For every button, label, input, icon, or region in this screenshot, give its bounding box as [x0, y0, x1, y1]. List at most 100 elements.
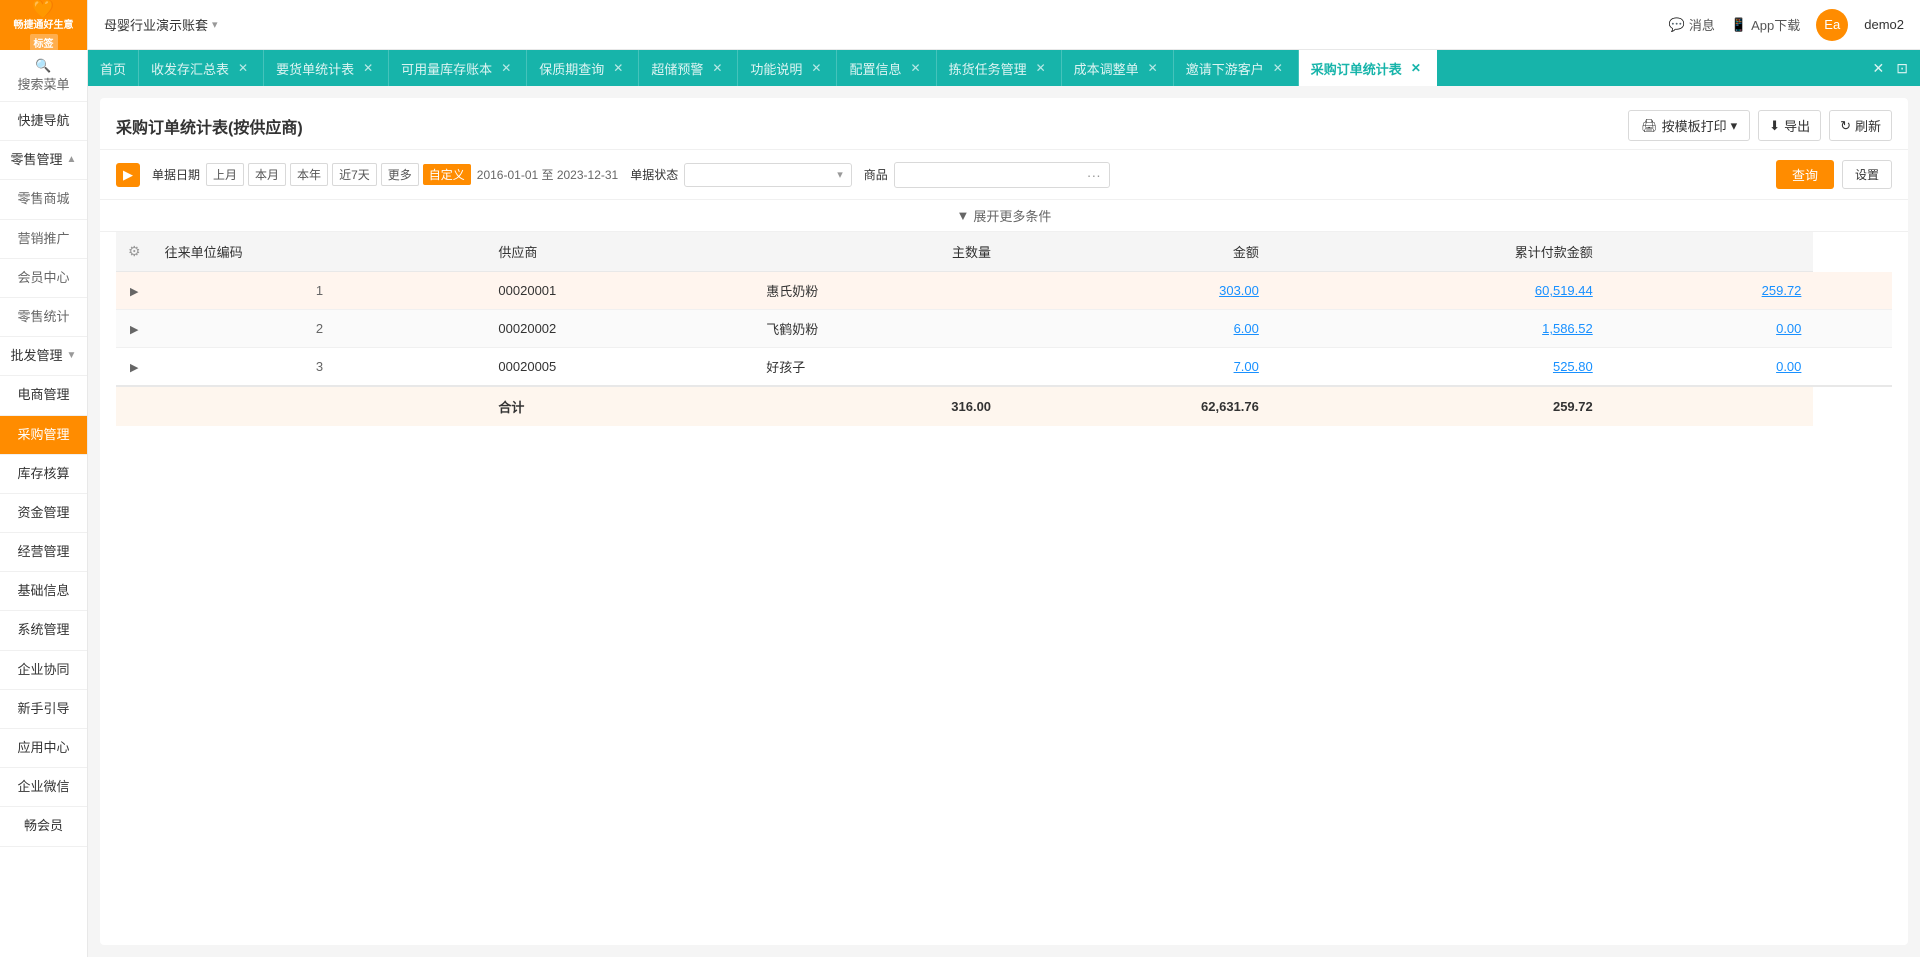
tab-receive-send-label: 收发存汇总表	[151, 59, 229, 78]
row-qty[interactable]: 7.00	[1003, 348, 1271, 387]
tab-config-info[interactable]: 配置信息 ✕	[837, 50, 936, 86]
tab-expiry-query-label: 保质期查询	[539, 59, 604, 78]
user-name[interactable]: demo2	[1864, 17, 1904, 32]
tab-config-info-label: 配置信息	[849, 59, 901, 78]
tab-cost-adjust-close[interactable]: ✕	[1145, 60, 1161, 76]
tab-receive-send[interactable]: 收发存汇总表 ✕	[139, 50, 264, 86]
row-qty[interactable]: 6.00	[1003, 310, 1271, 348]
date-btn-last-month[interactable]: 上月	[206, 163, 244, 186]
message-button[interactable]: 💬 消息	[1669, 15, 1715, 34]
status-input[interactable]	[693, 168, 833, 182]
tab-expiry-query[interactable]: 保质期查询 ✕	[527, 50, 639, 86]
sidebar-item-basic-info[interactable]: 基础信息	[0, 572, 87, 611]
sidebar-item-new-guide[interactable]: 新手引导	[0, 690, 87, 729]
sidebar-item-marketing[interactable]: 营销推广	[0, 220, 87, 259]
filter-toggle-button[interactable]: ▶	[116, 163, 140, 187]
row-num: 2	[153, 310, 487, 348]
table-col-code: 往来单位编码	[153, 232, 487, 272]
goods-input[interactable]	[903, 168, 1083, 182]
row-paid[interactable]: 259.72	[1605, 272, 1814, 310]
date-filter-group: 单据日期 上月 本月 本年 近7天 更多 自定义 2016-01-01 至 20…	[152, 163, 618, 186]
sidebar-item-ecommerce[interactable]: 电商管理	[0, 376, 87, 415]
row-qty[interactable]: 303.00	[1003, 272, 1271, 310]
row-extra	[1813, 272, 1892, 310]
row-supplier: 惠氏奶粉	[754, 272, 1003, 310]
goods-more-icon[interactable]: ···	[1087, 167, 1101, 183]
tab-over-stock-alert-close[interactable]: ✕	[709, 60, 725, 76]
date-custom-badge[interactable]: 自定义	[423, 164, 471, 185]
goods-label: 商品	[864, 166, 888, 183]
table-settings-icon[interactable]: ⚙	[128, 243, 141, 259]
sidebar-item-wholesale[interactable]: 批发管理 ▼	[0, 337, 87, 376]
date-btn-7days[interactable]: 近7天	[332, 163, 377, 186]
tab-available-stock-close[interactable]: ✕	[498, 60, 514, 76]
tab-receive-send-close[interactable]: ✕	[235, 60, 251, 76]
date-btn-more[interactable]: 更多	[381, 163, 419, 186]
tab-invite-downstream[interactable]: 邀请下游客户 ✕	[1174, 50, 1299, 86]
sidebar-item-quick-nav[interactable]: 快捷导航	[0, 102, 87, 141]
print-icon: 🖨	[1641, 118, 1658, 134]
sidebar-item-retail-stats[interactable]: 零售统计	[0, 298, 87, 337]
filter-toggle-icon: ▶	[123, 167, 133, 183]
refresh-button[interactable]: ↻ 刷新	[1829, 110, 1892, 141]
tab-maximize-icon[interactable]: ⊡	[1892, 56, 1912, 81]
row-amount[interactable]: 60,519.44	[1271, 272, 1605, 310]
sidebar-item-system[interactable]: 系统管理	[0, 611, 87, 650]
sidebar-item-vip[interactable]: 畅会员	[0, 807, 87, 846]
table-row: ▶ 2 00020002 飞鹤奶粉 6.00 1,586.52 0.00	[116, 310, 1892, 348]
tab-expiry-query-close[interactable]: ✕	[610, 60, 626, 76]
row-amount[interactable]: 1,586.52	[1271, 310, 1605, 348]
avatar[interactable]: Ea	[1816, 9, 1848, 41]
tab-function-desc-close[interactable]: ✕	[808, 60, 824, 76]
sidebar-item-retail[interactable]: 零售管理 ▲	[0, 141, 87, 180]
date-btn-this-month[interactable]: 本月	[248, 163, 286, 186]
tab-home[interactable]: 首页	[88, 50, 139, 86]
sidebar-item-retail-store[interactable]: 零售商城	[0, 180, 87, 219]
sidebar-item-purchase[interactable]: 采购管理	[0, 416, 87, 455]
tab-invite-downstream-close[interactable]: ✕	[1270, 60, 1286, 76]
export-button[interactable]: ⬇ 导出	[1758, 110, 1821, 141]
sidebar-item-search[interactable]: 🔍 搜索菜单	[0, 50, 87, 102]
sidebar-item-enterprise-wechat[interactable]: 企业微信	[0, 768, 87, 807]
page-container: 采购订单统计表(按供应商) 🖨 按模板打印 ▾ ⬇ 导出 ↻ 刷新	[100, 98, 1908, 945]
footer-amount: 62,631.76	[1003, 386, 1271, 426]
tab-cost-adjust[interactable]: 成本调整单 ✕	[1062, 50, 1174, 86]
query-button[interactable]: 查询	[1776, 160, 1834, 189]
table-footer-row: 合计 316.00 62,631.76 259.72	[116, 386, 1892, 426]
topbar-left: 母婴行业演示账套 ▾	[104, 15, 218, 34]
sidebar-item-enterprise[interactable]: 企业协同	[0, 651, 87, 690]
table-col-amount: 金额	[1003, 232, 1271, 272]
print-button[interactable]: 🖨 按模板打印 ▾	[1628, 110, 1750, 141]
app-download-button[interactable]: 📱 App下载	[1731, 15, 1800, 34]
tab-pick-task-close[interactable]: ✕	[1033, 60, 1049, 76]
tab-pick-task[interactable]: 拣货任务管理 ✕	[937, 50, 1062, 86]
sidebar-item-finance[interactable]: 资金管理	[0, 494, 87, 533]
expand-conditions-button[interactable]: ▼ 展开更多条件	[957, 206, 1052, 225]
tab-order-stats[interactable]: 要货单统计表 ✕	[264, 50, 389, 86]
tab-purchase-stats-close[interactable]: ✕	[1408, 60, 1424, 76]
tab-available-stock[interactable]: 可用量库存账本 ✕	[389, 50, 527, 86]
sidebar-item-operations[interactable]: 经营管理	[0, 533, 87, 572]
tab-purchase-stats[interactable]: 采购订单统计表 ✕	[1299, 50, 1437, 86]
row-paid[interactable]: 0.00	[1605, 348, 1814, 387]
refresh-icon: ↻	[1840, 118, 1851, 134]
tab-config-info-close[interactable]: ✕	[908, 60, 924, 76]
sidebar-item-app-center[interactable]: 应用中心	[0, 729, 87, 768]
sidebar-item-member[interactable]: 会员中心	[0, 259, 87, 298]
tab-cost-adjust-label: 成本调整单	[1074, 59, 1139, 78]
message-icon: 💬	[1669, 17, 1685, 33]
account-selector[interactable]: 母婴行业演示账套 ▾	[104, 15, 218, 34]
sidebar-item-inventory[interactable]: 库存核算	[0, 455, 87, 494]
logo[interactable]: 🧡 畅捷通好生意 标签	[0, 0, 87, 50]
status-select[interactable]: ▾	[684, 163, 852, 187]
tab-order-stats-close[interactable]: ✕	[360, 60, 376, 76]
retail-expand-icon: ▲	[67, 153, 77, 167]
row-amount[interactable]: 525.80	[1271, 348, 1605, 387]
row-extra	[1813, 348, 1892, 387]
tab-close-all-icon[interactable]: ✕	[1869, 56, 1889, 81]
row-paid[interactable]: 0.00	[1605, 310, 1814, 348]
tab-function-desc[interactable]: 功能说明 ✕	[738, 50, 837, 86]
settings-button[interactable]: 设置	[1842, 160, 1892, 189]
tab-over-stock-alert[interactable]: 超储预警 ✕	[639, 50, 738, 86]
date-btn-this-year[interactable]: 本年	[290, 163, 328, 186]
